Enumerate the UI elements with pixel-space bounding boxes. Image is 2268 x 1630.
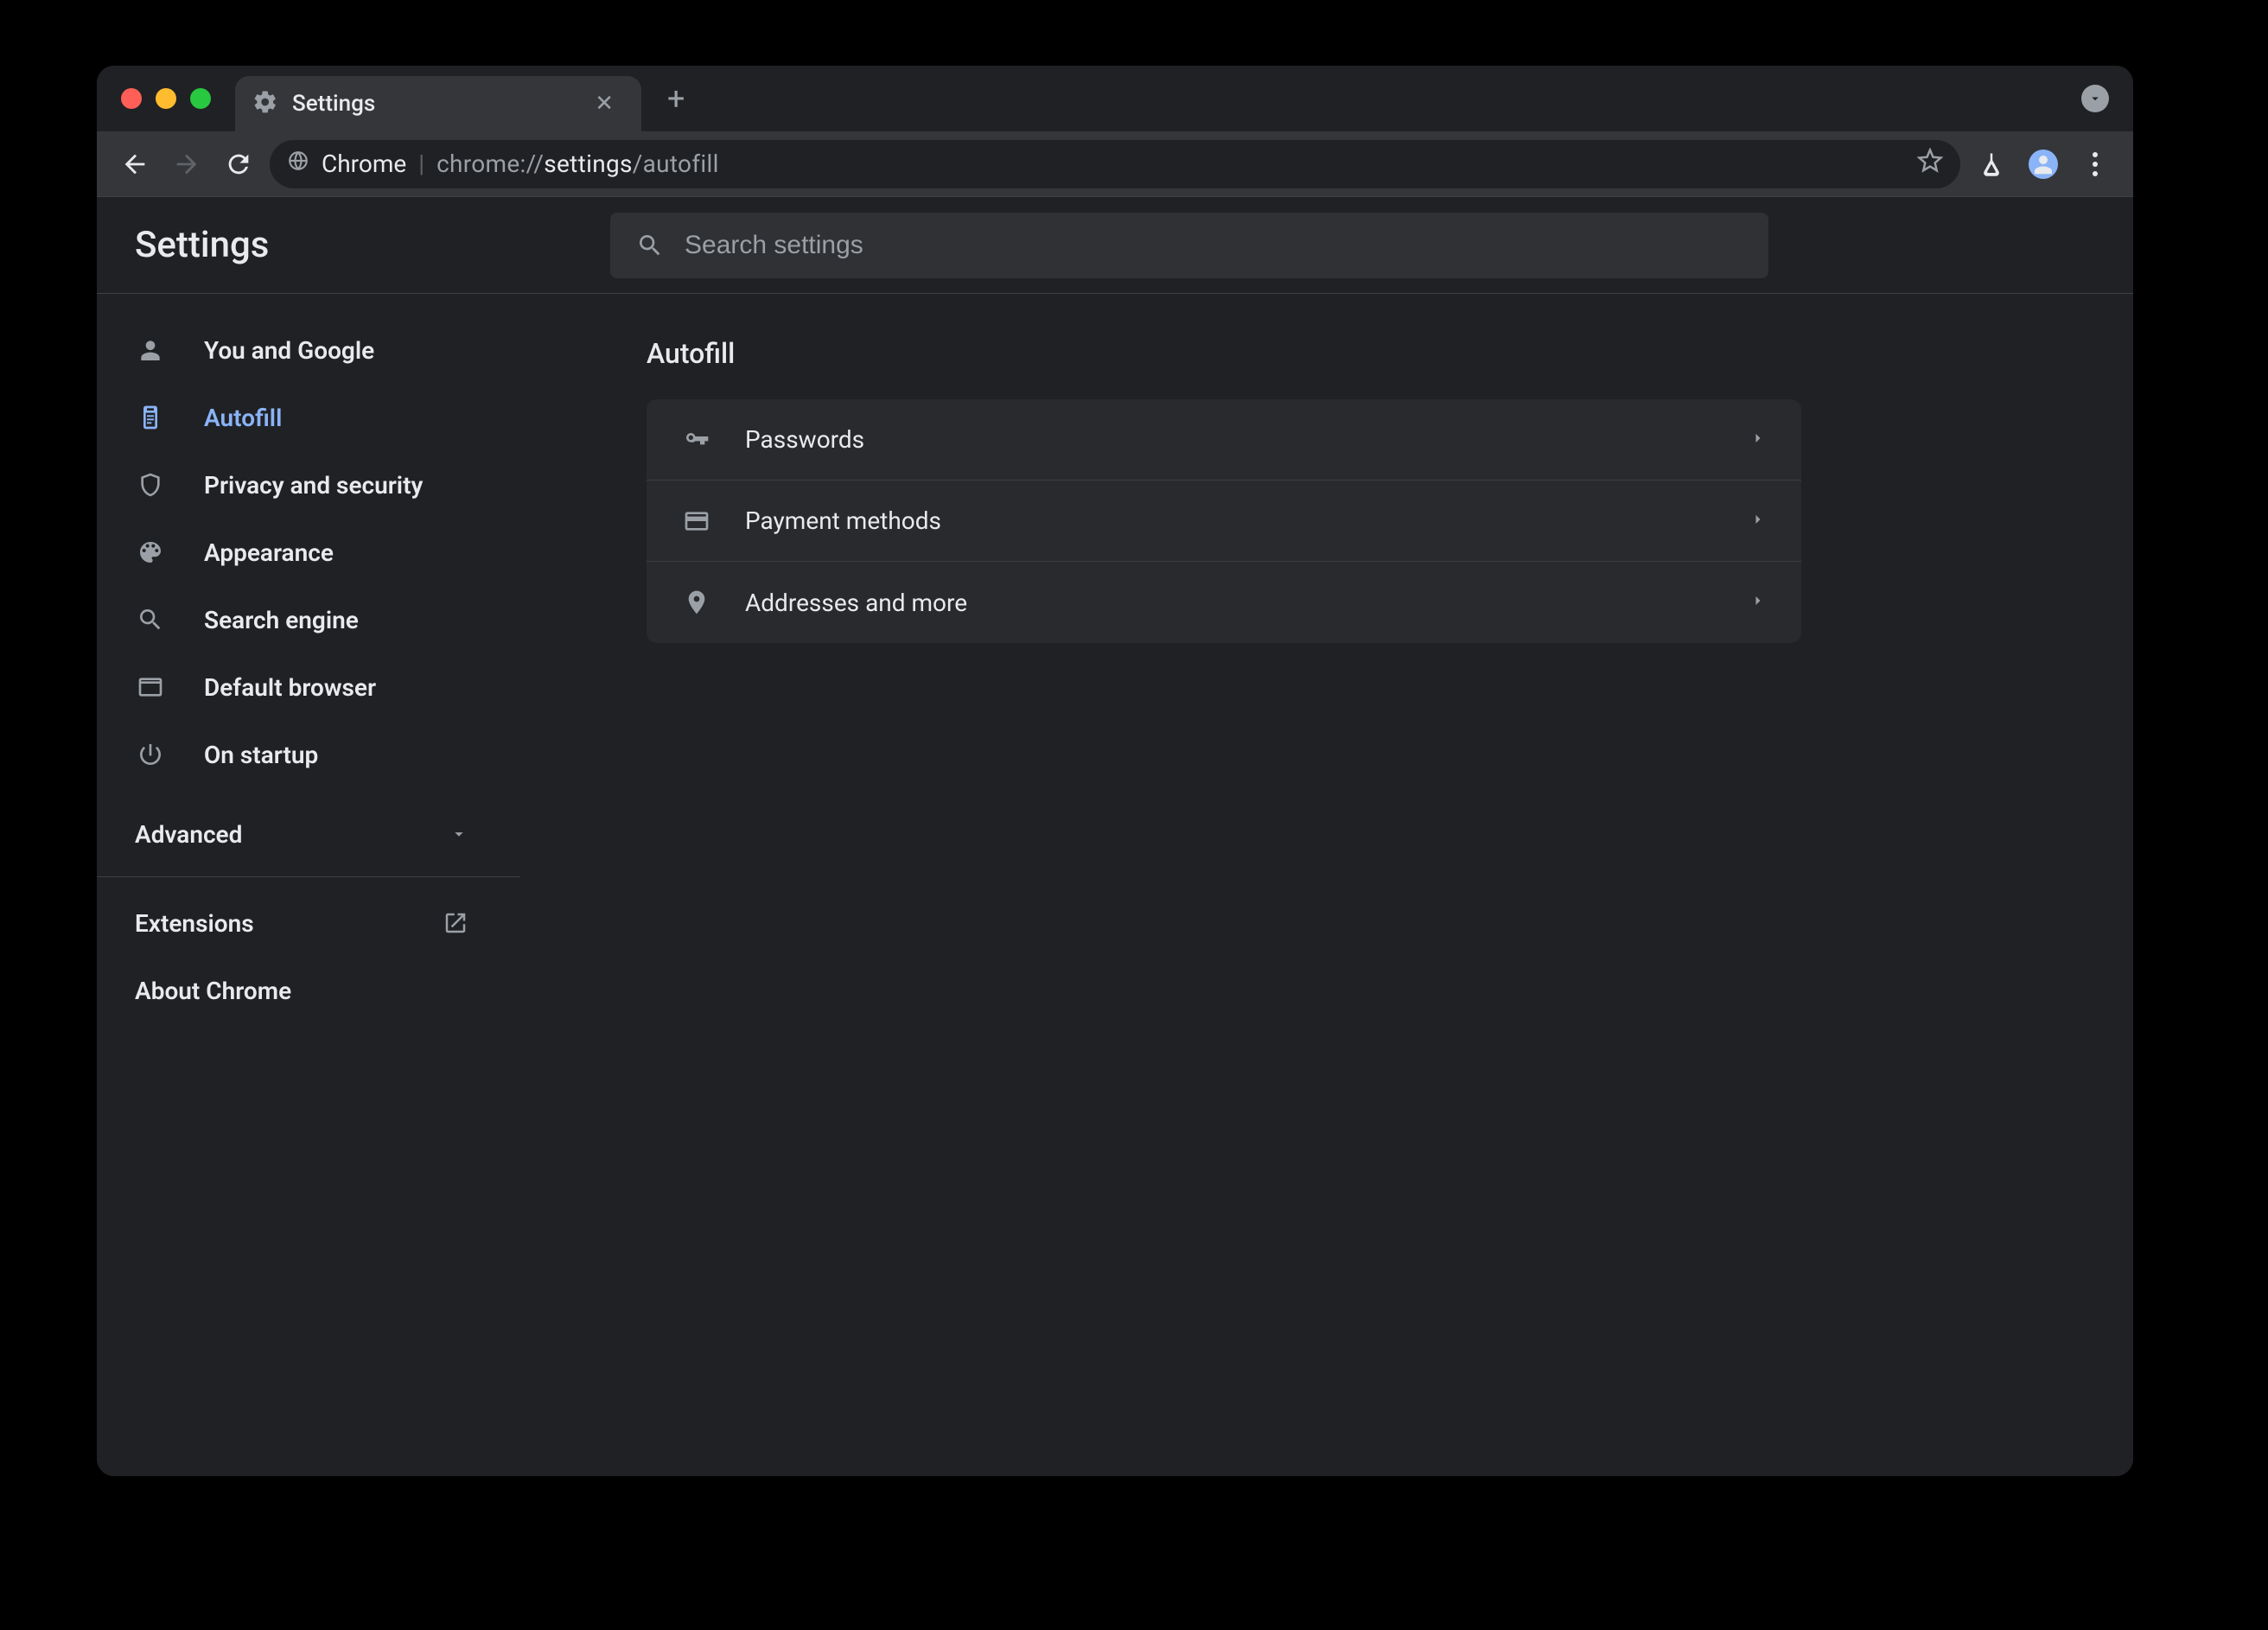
kebab-icon bbox=[2093, 152, 2098, 176]
row-label: Passwords bbox=[745, 425, 1717, 454]
browser-tab[interactable]: Settings ✕ bbox=[235, 76, 641, 131]
sidebar-label: You and Google bbox=[204, 336, 374, 365]
gear-icon bbox=[252, 89, 278, 118]
sidebar-item-you-and-google[interactable]: You and Google bbox=[97, 316, 520, 384]
back-button[interactable] bbox=[114, 143, 156, 185]
url-separator: | bbox=[418, 150, 424, 178]
bookmark-star-icon[interactable] bbox=[1917, 148, 1943, 180]
chevron-right-icon bbox=[1749, 592, 1767, 613]
menu-button[interactable] bbox=[2074, 143, 2116, 185]
sidebar-extensions-link[interactable]: Extensions bbox=[97, 889, 520, 957]
open-in-new-icon bbox=[443, 910, 468, 936]
close-tab-icon[interactable]: ✕ bbox=[588, 89, 621, 118]
power-icon bbox=[135, 741, 166, 768]
sidebar-item-search-engine[interactable]: Search engine bbox=[97, 586, 520, 653]
search-icon bbox=[135, 606, 166, 634]
settings-sidebar: You and Google Autofill Privacy and secu… bbox=[97, 294, 520, 1476]
row-addresses[interactable]: Addresses and more bbox=[647, 562, 1801, 643]
shield-icon bbox=[135, 471, 166, 499]
settings-page: Settings You and Google Autofill bbox=[97, 197, 2133, 1476]
address-bar[interactable]: Chrome | chrome://settings/autofill bbox=[270, 140, 1960, 188]
sidebar-item-privacy[interactable]: Privacy and security bbox=[97, 451, 520, 519]
labs-icon[interactable] bbox=[1971, 143, 2012, 185]
sidebar-about-link[interactable]: About Chrome bbox=[97, 957, 520, 1024]
chevron-down-circle-icon bbox=[2081, 85, 2109, 112]
person-icon bbox=[135, 336, 166, 364]
about-label: About Chrome bbox=[135, 977, 291, 1005]
chevron-down-icon bbox=[449, 825, 468, 844]
settings-main-panel: Autofill Passwords Payment methods bbox=[520, 294, 2133, 1476]
row-passwords[interactable]: Passwords bbox=[647, 399, 1801, 481]
forward-button[interactable] bbox=[166, 143, 207, 185]
chevron-right-icon bbox=[1749, 511, 1767, 532]
row-label: Payment methods bbox=[745, 506, 1717, 535]
sidebar-label: Appearance bbox=[204, 538, 334, 567]
browser-icon bbox=[135, 673, 166, 701]
sidebar-label: Autofill bbox=[204, 404, 282, 432]
row-label: Addresses and more bbox=[745, 589, 1717, 617]
new-tab-button[interactable]: + bbox=[657, 76, 695, 121]
sidebar-item-on-startup[interactable]: On startup bbox=[97, 721, 520, 788]
sidebar-label: On startup bbox=[204, 741, 318, 769]
location-pin-icon bbox=[681, 589, 712, 616]
sidebar-item-default-browser[interactable]: Default browser bbox=[97, 653, 520, 721]
palette-icon bbox=[135, 538, 166, 566]
sidebar-advanced-toggle[interactable]: Advanced bbox=[97, 800, 520, 868]
page-title: Settings bbox=[135, 224, 610, 266]
window-controls bbox=[121, 88, 211, 109]
sidebar-label: Privacy and security bbox=[204, 471, 423, 500]
sidebar-item-appearance[interactable]: Appearance bbox=[97, 519, 520, 586]
url-path: /autofill bbox=[633, 150, 719, 178]
section-title: Autofill bbox=[647, 337, 2133, 370]
sidebar-divider bbox=[97, 876, 520, 877]
window-close-button[interactable] bbox=[121, 88, 142, 109]
url-host: settings bbox=[544, 150, 632, 178]
reload-button[interactable] bbox=[218, 143, 259, 185]
row-payment-methods[interactable]: Payment methods bbox=[647, 481, 1801, 562]
search-icon bbox=[636, 232, 664, 259]
search-settings-box[interactable] bbox=[610, 213, 1768, 278]
avatar-icon bbox=[2029, 150, 2058, 179]
search-input[interactable] bbox=[685, 231, 1742, 260]
incognito-indicator[interactable] bbox=[2081, 85, 2109, 112]
autofill-card: Passwords Payment methods Addresses and … bbox=[647, 399, 1801, 643]
browser-window: Settings ✕ + Chrome | chrome://setti bbox=[97, 66, 2133, 1476]
extensions-label: Extensions bbox=[135, 909, 254, 938]
clipboard-icon bbox=[135, 404, 166, 431]
window-minimize-button[interactable] bbox=[156, 88, 176, 109]
settings-body: You and Google Autofill Privacy and secu… bbox=[97, 294, 2133, 1476]
sidebar-item-autofill[interactable]: Autofill bbox=[97, 384, 520, 451]
site-info-icon[interactable] bbox=[287, 150, 309, 178]
url-text: chrome://settings/autofill bbox=[436, 150, 1905, 178]
settings-header: Settings bbox=[97, 197, 2133, 294]
tab-strip: Settings ✕ + bbox=[97, 66, 2133, 131]
url-chip: Chrome bbox=[322, 150, 406, 178]
sidebar-label: Search engine bbox=[204, 606, 359, 634]
profile-button[interactable] bbox=[2023, 143, 2064, 185]
advanced-label: Advanced bbox=[135, 820, 242, 849]
tab-title: Settings bbox=[292, 91, 574, 117]
browser-toolbar: Chrome | chrome://settings/autofill bbox=[97, 131, 2133, 197]
credit-card-icon bbox=[681, 507, 712, 535]
sidebar-label: Default browser bbox=[204, 673, 376, 702]
url-scheme: chrome:// bbox=[436, 150, 544, 178]
window-maximize-button[interactable] bbox=[190, 88, 211, 109]
key-icon bbox=[681, 426, 712, 454]
chevron-right-icon bbox=[1749, 430, 1767, 450]
